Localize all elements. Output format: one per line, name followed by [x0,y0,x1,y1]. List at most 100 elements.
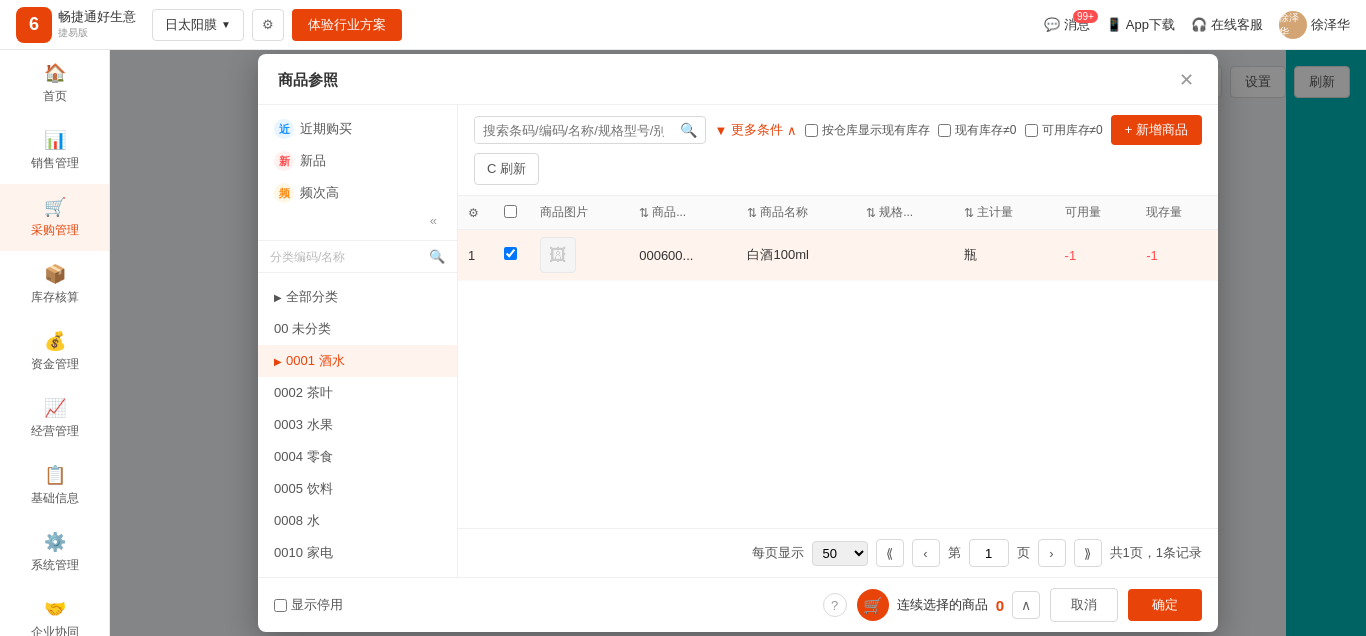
sales-icon: 📊 [44,129,66,151]
cat-item-0004[interactable]: 0004 零食 [258,441,457,473]
sidebar-label-finance: 资金管理 [31,356,79,373]
select-all-checkbox[interactable] [504,205,517,218]
search-input[interactable] [475,118,672,143]
top-nav: 6 畅捷通好生意 捷易版 日太阳膜 ▼ ⚙ 体验行业方案 💬 消息 99+ 📱 … [0,0,1366,50]
filter-usable-check[interactable]: 可用库存≠0 [1025,122,1103,139]
add-product-button[interactable]: + 新增商品 [1111,115,1202,145]
cart-icon[interactable]: 🛒 [857,589,889,621]
nav-right: 💬 消息 99+ 📱 App下载 🎧 在线客服 徐泽华 徐泽华 [1044,11,1350,39]
message-icon: 💬 [1044,17,1060,32]
cancel-button[interactable]: 取消 [1050,588,1118,622]
cat-item-00[interactable]: 00 未分类 [258,313,457,345]
category-panel: 近 近期购买 新 新品 频 频次高 [258,105,458,577]
sidebar-item-business[interactable]: 📈 经营管理 [0,385,109,452]
filter-available-check[interactable]: 现有库存≠0 [938,122,1016,139]
dialog-header: 商品参照 ✕ [258,54,1218,105]
app-download-nav[interactable]: 📱 App下载 [1106,16,1175,34]
th-settings[interactable]: ⚙ [458,196,494,230]
dialog-footer: 显示停用 ? 🛒 连续选择的商品 0 ∧ [258,577,1218,632]
modal-overlay: 商品参照 ✕ 近 近期购买 [110,50,1366,636]
sidebar-item-purchase[interactable]: 🛒 采购管理 [0,184,109,251]
th-unit[interactable]: ⇅ 主计量 [954,196,1055,230]
sidebar-item-sales[interactable]: 📊 销售管理 [0,117,109,184]
more-filter-button[interactable]: ▼ 更多条件 ∧ [714,121,797,139]
cart-area: 🛒 连续选择的商品 0 ∧ [857,589,1040,621]
close-icon[interactable]: ✕ [1174,68,1198,92]
category-search-input[interactable] [270,250,425,264]
cat-item-0003[interactable]: 0003 水果 [258,409,457,441]
product-table-wrap: ⚙ 商品图片 [458,196,1218,528]
page-next-button[interactable]: › [1038,539,1066,567]
sort-arrow-icon: ⇅ [639,206,649,220]
avatar: 徐泽华 [1279,11,1307,39]
category-search: 🔍 [258,241,457,273]
warehouse-checkbox[interactable] [805,124,818,137]
confirm-button[interactable]: 确定 [1128,589,1202,621]
show-disabled-check[interactable]: 显示停用 [274,596,343,614]
sidebar-item-basic[interactable]: 📋 基础信息 [0,452,109,519]
cat-item-0005[interactable]: 0005 饮料 [258,473,457,505]
page-prev-button[interactable]: ‹ [912,539,940,567]
finance-icon: 💰 [44,330,66,352]
cell-index: 1 [458,230,494,281]
cat-item-all[interactable]: ▶ 全部分类 [258,281,457,313]
customer-service-nav[interactable]: 🎧 在线客服 [1191,16,1263,34]
help-icon[interactable]: ? [823,593,847,617]
page-last-button[interactable]: ⟫ [1074,539,1102,567]
page-number-input[interactable] [969,539,1009,567]
cell-stock: -1 [1136,230,1218,281]
footer-left: 显示停用 [274,596,343,614]
th-stock[interactable]: 现存量 [1136,196,1218,230]
search-icon[interactable]: 🔍 [429,249,445,264]
collapse-button[interactable]: « [270,209,445,232]
disabled-checkbox[interactable] [274,599,287,612]
th-name[interactable]: ⇅ 商品名称 [737,196,856,230]
shortcut-recent[interactable]: 近 近期购买 [270,113,445,145]
sidebar-item-system[interactable]: ⚙️ 系统管理 [0,519,109,586]
user-avatar-nav[interactable]: 徐泽华 徐泽华 [1279,11,1350,39]
gear-icon[interactable]: ⚙ [252,9,284,41]
cell-name: 白酒100ml [737,230,856,281]
active-arrow-icon: ▶ [274,356,282,367]
sidebar-label-basic: 基础信息 [31,490,79,507]
search-button-icon[interactable]: 🔍 [672,117,705,143]
cat-item-0010[interactable]: 0010 家电 [258,537,457,569]
messages-nav[interactable]: 💬 消息 99+ [1044,16,1090,34]
cat-item-0001[interactable]: ▶ 0001 酒水 [258,345,457,377]
phone-icon: 📱 [1106,17,1122,32]
cat-item-0008[interactable]: 0008 水 [258,505,457,537]
cell-checkbox[interactable] [494,230,530,281]
available-checkbox[interactable] [938,124,951,137]
table-row[interactable]: 1 🖼 000600... 白酒100ml 瓶 -1 -1 [458,230,1218,281]
settings-icon: ⚙ [468,206,479,220]
usable-checkbox[interactable] [1025,124,1038,137]
search-input-wrap: 🔍 [474,116,706,144]
filter-warehouse-check[interactable]: 按仓库显示现有库存 [805,122,930,139]
shortcut-freq[interactable]: 频 频次高 [270,177,445,209]
logo-icon: 6 [16,7,52,43]
refresh-button[interactable]: C 刷新 [474,153,539,185]
recent-icon: 近 [274,119,294,139]
page-first-button[interactable]: ⟪ [876,539,904,567]
nav-selector[interactable]: 日太阳膜 ▼ [152,9,244,41]
sidebar-item-stock[interactable]: 📦 库存核算 [0,251,109,318]
trial-button[interactable]: 体验行业方案 [292,9,402,41]
footer-right: ? 🛒 连续选择的商品 0 ∧ 取消 确定 [823,588,1202,622]
cart-collapse-button[interactable]: ∧ [1012,591,1040,619]
page-size-select[interactable]: 50 20 100 [812,541,868,566]
th-checkbox [494,196,530,230]
sidebar-item-home[interactable]: 🏠 首页 [0,50,109,117]
th-code[interactable]: ⇅ 商品... [629,196,737,230]
th-spec[interactable]: ⇅ 规格... [856,196,954,230]
stock-icon: 📦 [44,263,66,285]
page-total-info: 共1页，1条记录 [1110,544,1202,562]
sidebar-item-enterprise[interactable]: 🤝 企业协同 [0,586,109,636]
th-available[interactable]: 可用量 [1055,196,1137,230]
sidebar-label-business: 经营管理 [31,423,79,440]
shortcut-new[interactable]: 新 新品 [270,145,445,177]
sort-name-icon: ⇅ [747,206,757,220]
sort-unit-icon: ⇅ [964,206,974,220]
logo-sub: 捷易版 [58,26,136,40]
sidebar-item-finance[interactable]: 💰 资金管理 [0,318,109,385]
cat-item-0002[interactable]: 0002 茶叶 [258,377,457,409]
